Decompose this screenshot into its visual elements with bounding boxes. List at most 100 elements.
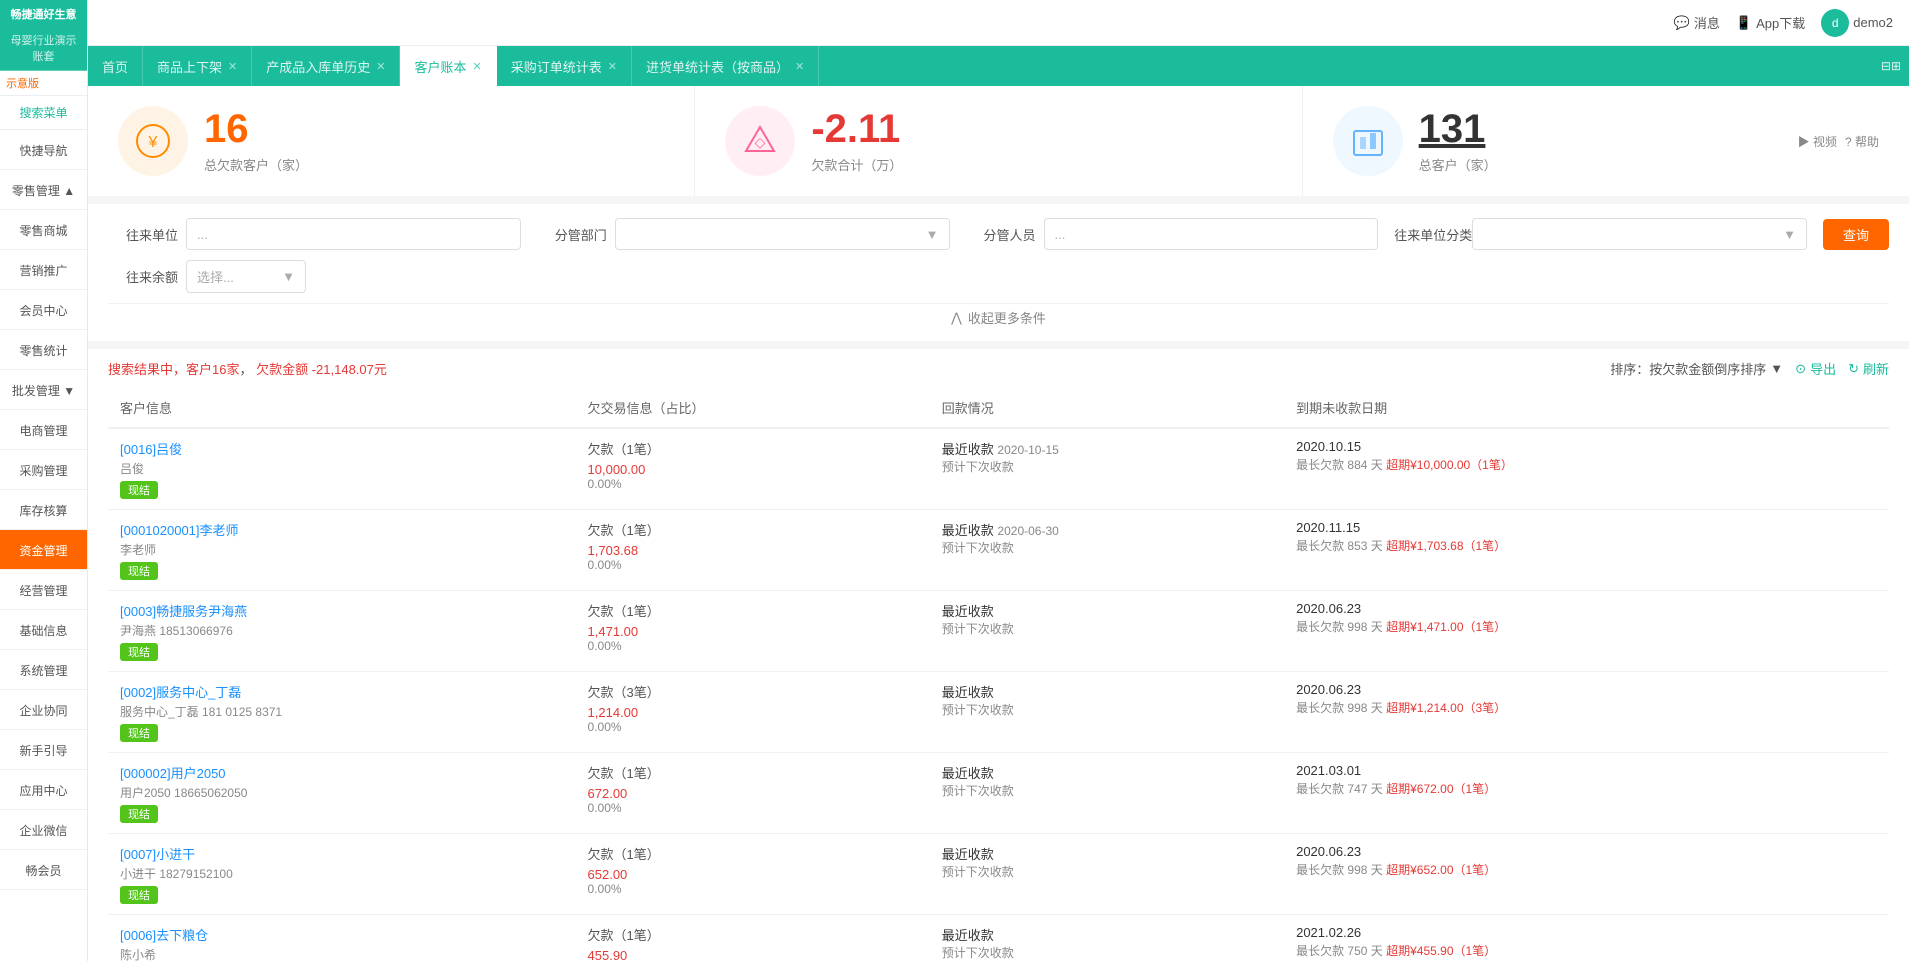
- video-btn[interactable]: ▶ 视频: [1798, 133, 1837, 150]
- sidebar-item-ecommerce[interactable]: 电商管理: [0, 410, 87, 450]
- stat-debt-total-label: 欠款合计（万）: [811, 155, 902, 174]
- tab-purchase-order-stats[interactable]: 采购订单统计表 ✕: [497, 46, 632, 86]
- cell-debt-5: 欠款（1笔） 652.00 0.00%: [576, 834, 930, 915]
- customer-sub-0: 吕俊: [120, 460, 564, 477]
- cell-due-4: 2021.03.01 最长欠款 747 天 超期¥672.00（1笔）: [1284, 753, 1889, 834]
- collapse-filters-btn[interactable]: ⋀ 收起更多条件: [108, 303, 1889, 331]
- tab-product-offshelf[interactable]: 商品上下架 ✕: [143, 46, 252, 86]
- table-header-row: 客户信息 欠交易信息（占比） 回款情况 到期未收款日期: [108, 388, 1889, 428]
- sort-button[interactable]: 排序：按欠款金额倒序排序 ▼: [1610, 359, 1783, 378]
- tab-customer-account[interactable]: 客户账本 ✕: [400, 46, 496, 86]
- sidebar-item-inventory[interactable]: 库存核算: [0, 490, 87, 530]
- sidebar-item-vip[interactable]: 畅会员: [0, 850, 87, 890]
- sidebar-item-purchase[interactable]: 采购管理: [0, 450, 87, 490]
- sidebar-item-system[interactable]: 系统管理: [0, 650, 87, 690]
- svg-text:◇: ◇: [755, 134, 766, 150]
- cell-collection-1: 最近收款 2020-06-30 预计下次收款: [930, 510, 1284, 591]
- export-button[interactable]: ⊙ 导出: [1795, 359, 1836, 378]
- person-input[interactable]: ...: [1044, 218, 1379, 250]
- brand-label[interactable]: 示意版: [0, 71, 87, 96]
- stat-debt-customers-number: 16: [204, 109, 308, 149]
- message-button[interactable]: 💬 消息: [1674, 13, 1720, 32]
- tab-product-history[interactable]: 产成品入库单历史 ✕: [252, 46, 400, 86]
- avatar: d: [1821, 9, 1849, 37]
- sidebar-item-retail-mall[interactable]: 零售商城: [0, 210, 87, 250]
- dept-arrow: ▼: [926, 227, 939, 242]
- last-collection-5: 最近收款: [942, 844, 1272, 863]
- sidebar-item-marketing[interactable]: 营销推广: [0, 250, 87, 290]
- sidebar-item-quick-nav[interactable]: 快捷导航: [0, 130, 87, 170]
- tab-customer-account-close[interactable]: ✕: [473, 60, 482, 73]
- balance-select[interactable]: 选择... ▼: [186, 260, 306, 293]
- person-label: 分管人员: [966, 225, 1036, 244]
- debt-amount-2: 1,471.00: [588, 624, 918, 639]
- search-button[interactable]: 查询: [1823, 219, 1889, 250]
- cell-due-2: 2020.06.23 最长欠款 998 天 超期¥1,471.00（1笔）: [1284, 591, 1889, 672]
- overdue-link-3[interactable]: 超期¥1,214.00（3笔）: [1386, 701, 1506, 715]
- export-icon: ⊙: [1795, 361, 1806, 377]
- cell-due-5: 2020.06.23 最长欠款 998 天 超期¥652.00（1笔）: [1284, 834, 1889, 915]
- sidebar-item-batch-mgmt[interactable]: 批发管理 ▼: [0, 370, 87, 410]
- sidebar-item-member[interactable]: 会员中心: [0, 290, 87, 330]
- cell-collection-3: 最近收款 预计下次收款: [930, 672, 1284, 753]
- sidebar-item-app-center[interactable]: 应用中心: [0, 770, 87, 810]
- help-btn[interactable]: ? 帮助: [1845, 133, 1879, 150]
- customer-tag-3: 现结: [120, 724, 158, 742]
- overdue-info-1: 最长欠款 853 天 超期¥1,703.68（1笔）: [1296, 537, 1877, 554]
- customer-name-link-3[interactable]: [0002]服务中心_丁磊: [120, 685, 241, 700]
- table-row: [0003]畅捷服务尹海燕 尹海燕 18513066976 现结 欠款（1笔） …: [108, 591, 1889, 672]
- tab-home[interactable]: 首页: [88, 46, 143, 86]
- user-menu[interactable]: d demo2: [1821, 9, 1893, 37]
- customer-name-link-4[interactable]: [000002]用户2050: [120, 766, 226, 781]
- filter-person: 分管人员 ...: [966, 218, 1379, 250]
- tab-product-offshelf-close[interactable]: ✕: [228, 60, 237, 73]
- customer-sub-6: 陈小希: [120, 946, 564, 961]
- cell-customer-4: [000002]用户2050 用户2050 18665062050 现结: [108, 753, 576, 834]
- debt-count-2: 欠款（1笔）: [588, 601, 918, 620]
- customer-name-link-6[interactable]: [0006]去下粮仓: [120, 928, 208, 943]
- sidebar-item-wecom[interactable]: 企业微信: [0, 810, 87, 850]
- last-collection-2: 最近收款: [942, 601, 1272, 620]
- supplier-input[interactable]: ...: [186, 218, 521, 250]
- customer-name-link-0[interactable]: [0016]吕俊: [120, 442, 182, 457]
- overdue-info-4: 最长欠款 747 天 超期¥672.00（1笔）: [1296, 780, 1877, 797]
- sidebar-item-operations[interactable]: 经营管理: [0, 570, 87, 610]
- debt-amount-5: 652.00: [588, 867, 918, 882]
- customer-name-link-1[interactable]: [0001020001]李老师: [120, 523, 239, 538]
- tab-instock-stats-close[interactable]: ✕: [795, 60, 804, 73]
- tab-instock-stats[interactable]: 进货单统计表（按商品） ✕: [632, 46, 819, 86]
- total-customers-icon: [1333, 106, 1403, 176]
- tab-minimize-btn[interactable]: ⊟: [1881, 59, 1891, 73]
- customer-name-link-2[interactable]: [0003]畅捷服务尹海燕: [120, 604, 247, 619]
- sidebar-item-finance[interactable]: 资金管理: [0, 530, 87, 570]
- refresh-button[interactable]: ↻ 刷新: [1848, 359, 1889, 378]
- app-download-button[interactable]: 📱 App下载: [1736, 13, 1805, 32]
- overdue-link-0[interactable]: 超期¥10,000.00（1笔）: [1386, 458, 1513, 472]
- tab-expand-btn[interactable]: ⊞: [1891, 59, 1901, 73]
- debt-count-0: 欠款（1笔）: [588, 439, 918, 458]
- logo-text: 畅捷通好生意: [6, 8, 81, 22]
- search-menu-item[interactable]: 搜索菜单: [0, 96, 87, 130]
- cell-due-0: 2020.10.15 最长欠款 884 天 超期¥10,000.00（1笔）: [1284, 428, 1889, 510]
- next-collection-3: 预计下次收款: [942, 701, 1272, 718]
- overdue-link-1[interactable]: 超期¥1,703.68（1笔）: [1386, 539, 1506, 553]
- debt-amount-1: 1,703.68: [588, 543, 918, 558]
- sidebar-item-retail-stats[interactable]: 零售统计: [0, 330, 87, 370]
- overdue-link-5[interactable]: 超期¥652.00（1笔）: [1386, 863, 1496, 877]
- cell-debt-3: 欠款（3笔） 1,214.00 0.00%: [576, 672, 930, 753]
- cell-debt-0: 欠款（1笔） 10,000.00 0.00%: [576, 428, 930, 510]
- tab-purchase-order-stats-close[interactable]: ✕: [608, 60, 617, 73]
- overdue-link-6[interactable]: 超期¥455.90（1笔）: [1386, 944, 1496, 958]
- dept-select[interactable]: ▼: [615, 218, 950, 250]
- sidebar-item-retail-mgmt[interactable]: 零售管理 ▲: [0, 170, 87, 210]
- overdue-link-4[interactable]: 超期¥672.00（1笔）: [1386, 782, 1496, 796]
- tab-product-history-close[interactable]: ✕: [376, 60, 385, 73]
- category-select[interactable]: ▼: [1472, 218, 1807, 250]
- sidebar-item-newbie[interactable]: 新手引导: [0, 730, 87, 770]
- sidebar-item-enterprise[interactable]: 企业协同: [0, 690, 87, 730]
- last-collection-label-2: 最近收款: [942, 604, 994, 619]
- last-collection-0: 最近收款 2020-10-15: [942, 439, 1272, 458]
- customer-name-link-5[interactable]: [0007]小进干: [120, 847, 195, 862]
- overdue-link-2[interactable]: 超期¥1,471.00（1笔）: [1386, 620, 1506, 634]
- sidebar-item-basic-info[interactable]: 基础信息: [0, 610, 87, 650]
